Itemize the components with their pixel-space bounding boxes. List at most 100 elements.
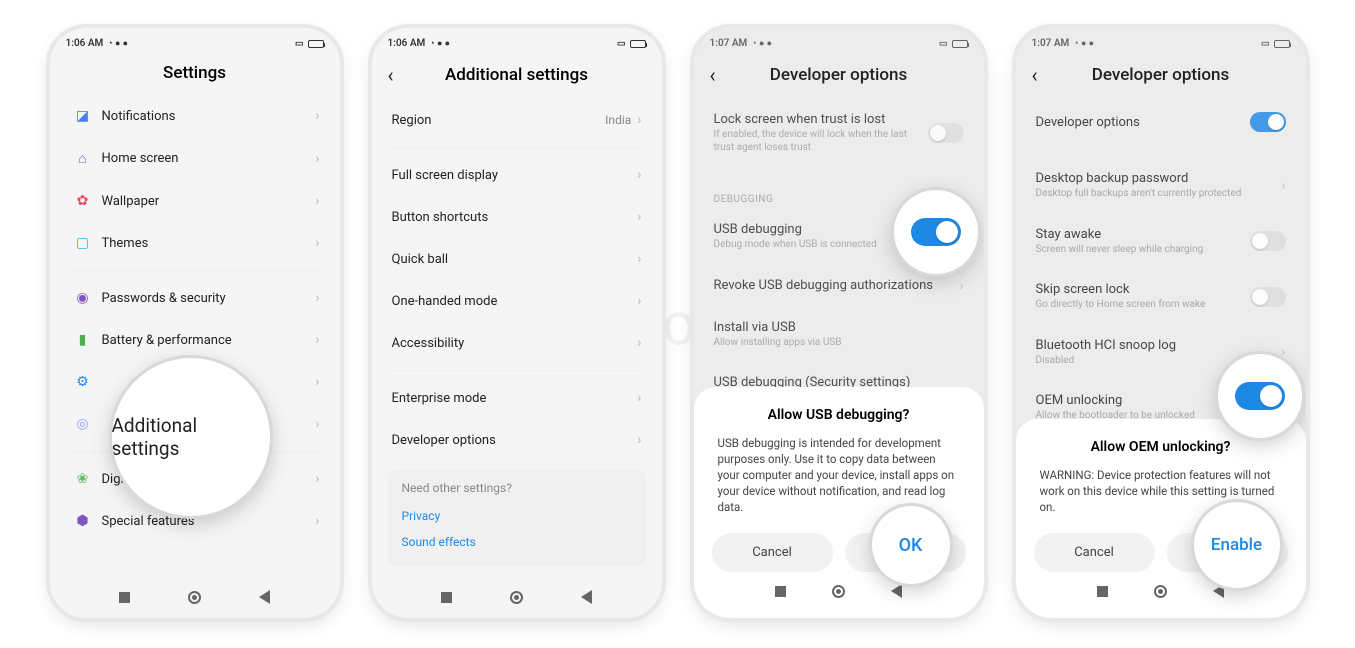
- chevron-icon: ›: [637, 335, 641, 351]
- row-label: Passwords & security: [102, 291, 310, 306]
- link-sound-effects[interactable]: Sound effects: [402, 529, 632, 555]
- divider: [70, 270, 320, 271]
- cancel-button[interactable]: Cancel: [1034, 533, 1155, 572]
- toggle-oem-unlocking[interactable]: [1235, 382, 1285, 410]
- divider: [1036, 151, 1286, 152]
- toggle-lock-screen[interactable]: [928, 123, 964, 143]
- nav-back-icon[interactable]: [581, 590, 592, 604]
- nav-home-icon[interactable]: [1154, 585, 1167, 598]
- wellbeing-icon: ❀: [70, 471, 96, 487]
- home-icon: ⌂: [70, 150, 96, 167]
- status-bar: 1:06 AM ◔ ● ● ▭: [372, 28, 662, 55]
- divider: [714, 173, 964, 174]
- chevron-icon: ›: [637, 293, 641, 309]
- status-time: 1:07 AM: [710, 38, 748, 49]
- row-developer-options[interactable]: Developer options: [1032, 99, 1290, 145]
- battery-icon: ▮: [70, 332, 96, 348]
- toggle-skip-lock[interactable]: [1250, 287, 1286, 307]
- footer-box: Need other settings? Privacy Sound effec…: [388, 469, 646, 567]
- themes-icon: ▢: [70, 235, 96, 251]
- navigation-bar: [372, 578, 662, 618]
- gear-icon: ⚙: [70, 374, 96, 390]
- row-label: Skip screen lock: [1036, 282, 1250, 297]
- zoom-oem-toggle: [1218, 354, 1302, 438]
- cancel-button[interactable]: Cancel: [712, 533, 833, 572]
- dialog-title: Allow OEM unlocking?: [1034, 439, 1288, 455]
- row-stay-awake[interactable]: Stay awakeScreen will never sleep while …: [1032, 214, 1290, 270]
- status-icons-left: ◔ ● ●: [107, 38, 128, 49]
- row-passwords[interactable]: ◉Passwords & security›: [66, 277, 324, 319]
- nav-home-icon[interactable]: [510, 591, 523, 604]
- row-sublabel: Allow installing apps via USB: [714, 337, 964, 350]
- chevron-icon: ›: [315, 108, 319, 124]
- row-home-screen[interactable]: ⌂Home screen›: [66, 137, 324, 180]
- phone-developer-usb: 1:07 AM ◔ ● ● ▭ ‹ Developer options Lock…: [694, 28, 984, 618]
- notifications-icon: ◪: [70, 108, 96, 124]
- chevron-icon: ›: [1281, 344, 1285, 360]
- toggle-stay-awake[interactable]: [1250, 231, 1286, 251]
- row-onehanded[interactable]: One-handed mode ›: [388, 280, 646, 322]
- row-label: One-handed mode: [392, 294, 632, 309]
- row-enterprise[interactable]: Enterprise mode›: [388, 377, 646, 419]
- divider: [392, 370, 642, 371]
- status-icons-left: ◔ ● ●: [1073, 38, 1094, 49]
- chevron-icon: ›: [315, 374, 319, 390]
- row-wallpaper[interactable]: ✿Wallpaper›: [66, 180, 324, 222]
- nav-back-icon[interactable]: [259, 590, 270, 604]
- row-developer[interactable]: Developer options›: [388, 419, 646, 461]
- back-button[interactable]: ‹: [710, 63, 730, 87]
- row-label: Region: [392, 113, 606, 128]
- zoom-additional-settings: Additional settings: [112, 358, 270, 516]
- nav-recent-icon[interactable]: [119, 592, 130, 603]
- page-title: Settings: [66, 63, 324, 83]
- status-icons-right: ▭: [617, 39, 646, 49]
- header: Settings: [50, 55, 340, 95]
- row-backup-password[interactable]: Desktop backup passwordDesktop full back…: [1032, 158, 1290, 214]
- toggle-usb-debugging[interactable]: [911, 218, 961, 246]
- row-install-usb[interactable]: Install via USBAllow installing apps via…: [710, 307, 968, 363]
- back-button[interactable]: ‹: [388, 63, 408, 87]
- nav-recent-icon[interactable]: [1097, 586, 1108, 597]
- back-button[interactable]: ‹: [1032, 63, 1052, 87]
- row-region[interactable]: RegionIndia›: [388, 99, 646, 141]
- status-icons-right: ▭: [295, 39, 324, 49]
- row-label: Developer options: [392, 433, 632, 448]
- chevron-icon: ›: [315, 471, 319, 487]
- nav-recent-icon[interactable]: [441, 592, 452, 603]
- footer-question: Need other settings?: [402, 481, 632, 495]
- phone-settings: 1:06 AM ◔ ● ● ▭ Settings ◪Notifications›…: [50, 28, 340, 618]
- chevron-icon: ›: [315, 193, 319, 209]
- toggle-developer-options[interactable]: [1250, 112, 1286, 132]
- chevron-icon: ›: [315, 235, 319, 251]
- row-notifications[interactable]: ◪Notifications›: [66, 95, 324, 137]
- status-bar: 1:06 AM ◔ ● ● ▭: [50, 28, 340, 55]
- nav-recent-icon[interactable]: [775, 586, 786, 597]
- row-label: Battery & performance: [102, 333, 310, 348]
- row-skip-lock[interactable]: Skip screen lockGo directly to Home scre…: [1032, 269, 1290, 325]
- link-privacy[interactable]: Privacy: [402, 503, 632, 529]
- row-label: Button shortcuts: [392, 210, 632, 225]
- row-themes[interactable]: ▢ Themes ›: [66, 222, 324, 264]
- nav-home-icon[interactable]: [832, 585, 845, 598]
- row-label: Wallpaper: [102, 194, 310, 209]
- row-accessibility[interactable]: Accessibility ›: [388, 322, 646, 364]
- nav-back-icon[interactable]: [891, 584, 902, 598]
- page-title: Developer options: [730, 65, 948, 85]
- header: ‹ Developer options: [1016, 55, 1306, 99]
- row-battery[interactable]: ▮ Battery & performance ›: [66, 319, 324, 361]
- row-fullscreen[interactable]: Full screen display›: [388, 154, 646, 196]
- chevron-icon: ›: [315, 332, 319, 348]
- row-lock-screen[interactable]: Lock screen when trust is lostIf enabled…: [710, 99, 968, 167]
- nav-home-icon[interactable]: [188, 591, 201, 604]
- row-button-shortcuts[interactable]: Button shortcuts›: [388, 196, 646, 238]
- row-quickball[interactable]: Quick ball›: [388, 238, 646, 280]
- globe-icon: ◎: [70, 416, 96, 432]
- row-label: Accessibility: [392, 336, 632, 351]
- nav-back-icon[interactable]: [1213, 584, 1224, 598]
- chevron-icon: ›: [1281, 178, 1285, 194]
- navigation-bar: [50, 578, 340, 618]
- row-label: Themes: [102, 236, 310, 251]
- header: ‹ Additional settings: [372, 55, 662, 99]
- special-icon: ⬢: [70, 513, 96, 529]
- phone-additional-settings: 1:06 AM ◔ ● ● ▭ ‹ Additional settings Re…: [372, 28, 662, 618]
